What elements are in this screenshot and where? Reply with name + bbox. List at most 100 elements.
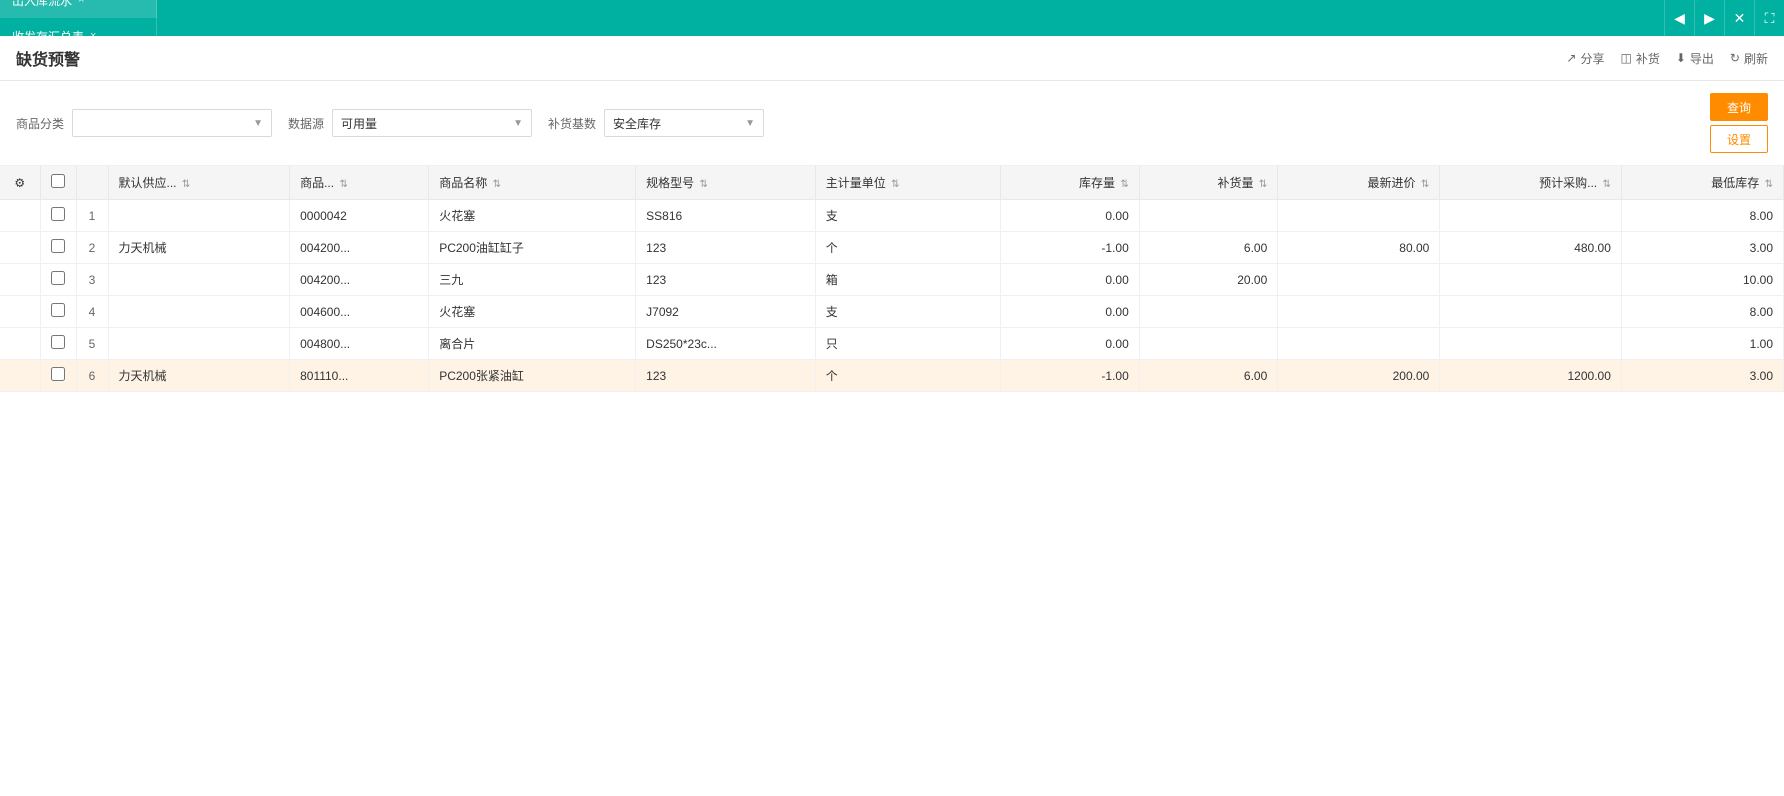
th-product-code[interactable]: 商品... ⇅ xyxy=(290,166,429,200)
nav-prev-btn[interactable]: ◀ xyxy=(1664,0,1694,36)
replenish-select[interactable]: 安全库存 ▼ xyxy=(604,109,764,137)
row-product-name: 火花塞 xyxy=(429,200,636,232)
row-replenish-qty: 20.00 xyxy=(1139,264,1278,296)
row-checkbox-cell[interactable] xyxy=(40,328,76,360)
row-checkbox-5[interactable] xyxy=(51,367,65,381)
row-checkbox-cell[interactable] xyxy=(40,264,76,296)
query-button[interactable]: 查询 xyxy=(1710,93,1768,121)
table-row[interactable]: 5 004800... 离合片 DS250*23c... 只 0.00 1.00 xyxy=(0,328,1784,360)
row-checkbox-cell[interactable] xyxy=(40,360,76,392)
th-stock[interactable]: 库存量 ⇅ xyxy=(1001,166,1140,200)
row-checkbox-cell[interactable] xyxy=(40,200,76,232)
row-checkbox-4[interactable] xyxy=(51,335,65,349)
sort-code-icon: ⇅ xyxy=(339,179,347,190)
row-est-purchase xyxy=(1440,264,1622,296)
row-latest-price xyxy=(1278,200,1440,232)
th-gear[interactable]: ⚙ xyxy=(0,166,40,200)
row-product-code: 0000042 xyxy=(290,200,429,232)
replenish-btn[interactable]: ◫ 补货 xyxy=(1620,50,1659,67)
row-checkbox-0[interactable] xyxy=(51,207,65,221)
close-tab-icon-5[interactable]: × xyxy=(78,0,84,6)
row-product-name: 三九 xyxy=(429,264,636,296)
row-checkbox-3[interactable] xyxy=(51,303,65,317)
settings-button[interactable]: 设置 xyxy=(1710,125,1768,153)
row-num-cell: 1 xyxy=(76,200,108,232)
table-row[interactable]: 3 004200... 三九 123 箱 0.00 20.00 10.00 xyxy=(0,264,1784,296)
th-product-name[interactable]: 商品名称 ⇅ xyxy=(429,166,636,200)
row-checkbox-cell[interactable] xyxy=(40,232,76,264)
th-replenish-qty[interactable]: 补货量 ⇅ xyxy=(1139,166,1278,200)
row-spec: J7092 xyxy=(636,296,816,328)
row-supplier xyxy=(108,328,290,360)
row-gear-cell xyxy=(0,360,40,392)
row-est-purchase: 480.00 xyxy=(1440,232,1622,264)
sort-supplier-icon: ⇅ xyxy=(182,179,190,190)
row-unit: 个 xyxy=(815,360,1001,392)
gear-icon: ⚙ xyxy=(14,176,25,190)
datasource-label: 数据源 xyxy=(288,115,324,132)
category-select[interactable]: ▼ xyxy=(72,109,272,137)
datasource-select[interactable]: 可用量 ▼ xyxy=(332,109,532,137)
header-actions: ↗ 分享 ◫ 补货 ⬇ 导出 ↻ 刷新 xyxy=(1566,50,1768,67)
table-row[interactable]: 4 004600... 火花塞 J7092 支 0.00 8.00 xyxy=(0,296,1784,328)
row-min-stock: 10.00 xyxy=(1621,264,1783,296)
row-checkbox-2[interactable] xyxy=(51,271,65,285)
table-row[interactable]: 2 力天机械 004200... PC200油缸缸子 123 个 -1.00 6… xyxy=(0,232,1784,264)
row-supplier: 力天机械 xyxy=(108,232,290,264)
th-stock-label: 库存量 xyxy=(1079,176,1115,190)
th-default-supplier-label: 默认供应... xyxy=(119,176,177,190)
refresh-icon: ↻ xyxy=(1730,51,1740,65)
filter-actions: 查询 设置 xyxy=(1710,93,1768,153)
share-btn[interactable]: ↗ 分享 xyxy=(1566,50,1604,67)
sort-stock-icon: ⇅ xyxy=(1120,179,1128,190)
filter-bar: 商品分类 ▼ 数据源 可用量 ▼ 补货基数 安全库存 ▼ 查询 设置 xyxy=(0,81,1784,166)
nav-controls: ◀ ▶ ✕ ⛶ xyxy=(1664,0,1784,36)
th-est-purchase[interactable]: 预计采购... ⇅ xyxy=(1440,166,1622,200)
table-row[interactable]: 1 0000042 火花塞 SS816 支 0.00 8.00 xyxy=(0,200,1784,232)
row-est-purchase xyxy=(1440,296,1622,328)
row-est-purchase: 1200.00 xyxy=(1440,360,1622,392)
th-spec-label: 规格型号 xyxy=(646,176,694,190)
th-spec[interactable]: 规格型号 ⇅ xyxy=(636,166,816,200)
row-replenish-qty xyxy=(1139,328,1278,360)
row-product-name: 离合片 xyxy=(429,328,636,360)
row-spec: 123 xyxy=(636,264,816,296)
th-latest-price[interactable]: 最新进价 ⇅ xyxy=(1278,166,1440,200)
nav-next-btn[interactable]: ▶ xyxy=(1694,0,1724,36)
row-product-name: 火花塞 xyxy=(429,296,636,328)
row-latest-price xyxy=(1278,264,1440,296)
table-header: ⚙ 默认供应... ⇅ 商品... ⇅ 商品名称 xyxy=(0,166,1784,200)
th-unit[interactable]: 主计量单位 ⇅ xyxy=(815,166,1001,200)
row-min-stock: 3.00 xyxy=(1621,232,1783,264)
row-latest-price xyxy=(1278,296,1440,328)
row-spec: 123 xyxy=(636,232,816,264)
table-row[interactable]: 6 力天机械 801110... PC200张紧油缸 123 个 -1.00 6… xyxy=(0,360,1784,392)
th-unit-label: 主计量单位 xyxy=(826,176,886,190)
row-num-cell: 3 xyxy=(76,264,108,296)
th-checkbox[interactable] xyxy=(40,166,76,200)
sort-est-icon: ⇅ xyxy=(1603,179,1611,190)
row-latest-price: 80.00 xyxy=(1278,232,1440,264)
row-supplier xyxy=(108,264,290,296)
category-filter-group: 商品分类 ▼ xyxy=(16,109,272,137)
th-min-stock[interactable]: 最低库存 ⇅ xyxy=(1621,166,1783,200)
row-replenish-qty: 6.00 xyxy=(1139,360,1278,392)
nav-tab-5[interactable]: 出入库流水× xyxy=(0,0,157,18)
nav-tab-6[interactable]: 收发存汇总表× xyxy=(0,18,157,36)
row-checkbox-cell[interactable] xyxy=(40,296,76,328)
row-gear-cell xyxy=(0,264,40,296)
export-btn[interactable]: ⬇ 导出 xyxy=(1676,50,1714,67)
row-spec: 123 xyxy=(636,360,816,392)
refresh-btn[interactable]: ↻ 刷新 xyxy=(1730,50,1768,67)
row-min-stock: 1.00 xyxy=(1621,328,1783,360)
close-tab-icon-6[interactable]: × xyxy=(90,30,96,36)
export-icon: ⬇ xyxy=(1676,51,1686,65)
nav-close-btn[interactable]: ✕ xyxy=(1724,0,1754,36)
nav-fullscreen-btn[interactable]: ⛶ xyxy=(1754,0,1784,36)
sort-min-stock-icon: ⇅ xyxy=(1765,179,1773,190)
th-default-supplier[interactable]: 默认供应... ⇅ xyxy=(108,166,290,200)
row-supplier xyxy=(108,200,290,232)
select-all-checkbox[interactable] xyxy=(51,174,65,188)
sort-unit-icon: ⇅ xyxy=(891,179,899,190)
row-checkbox-1[interactable] xyxy=(51,239,65,253)
